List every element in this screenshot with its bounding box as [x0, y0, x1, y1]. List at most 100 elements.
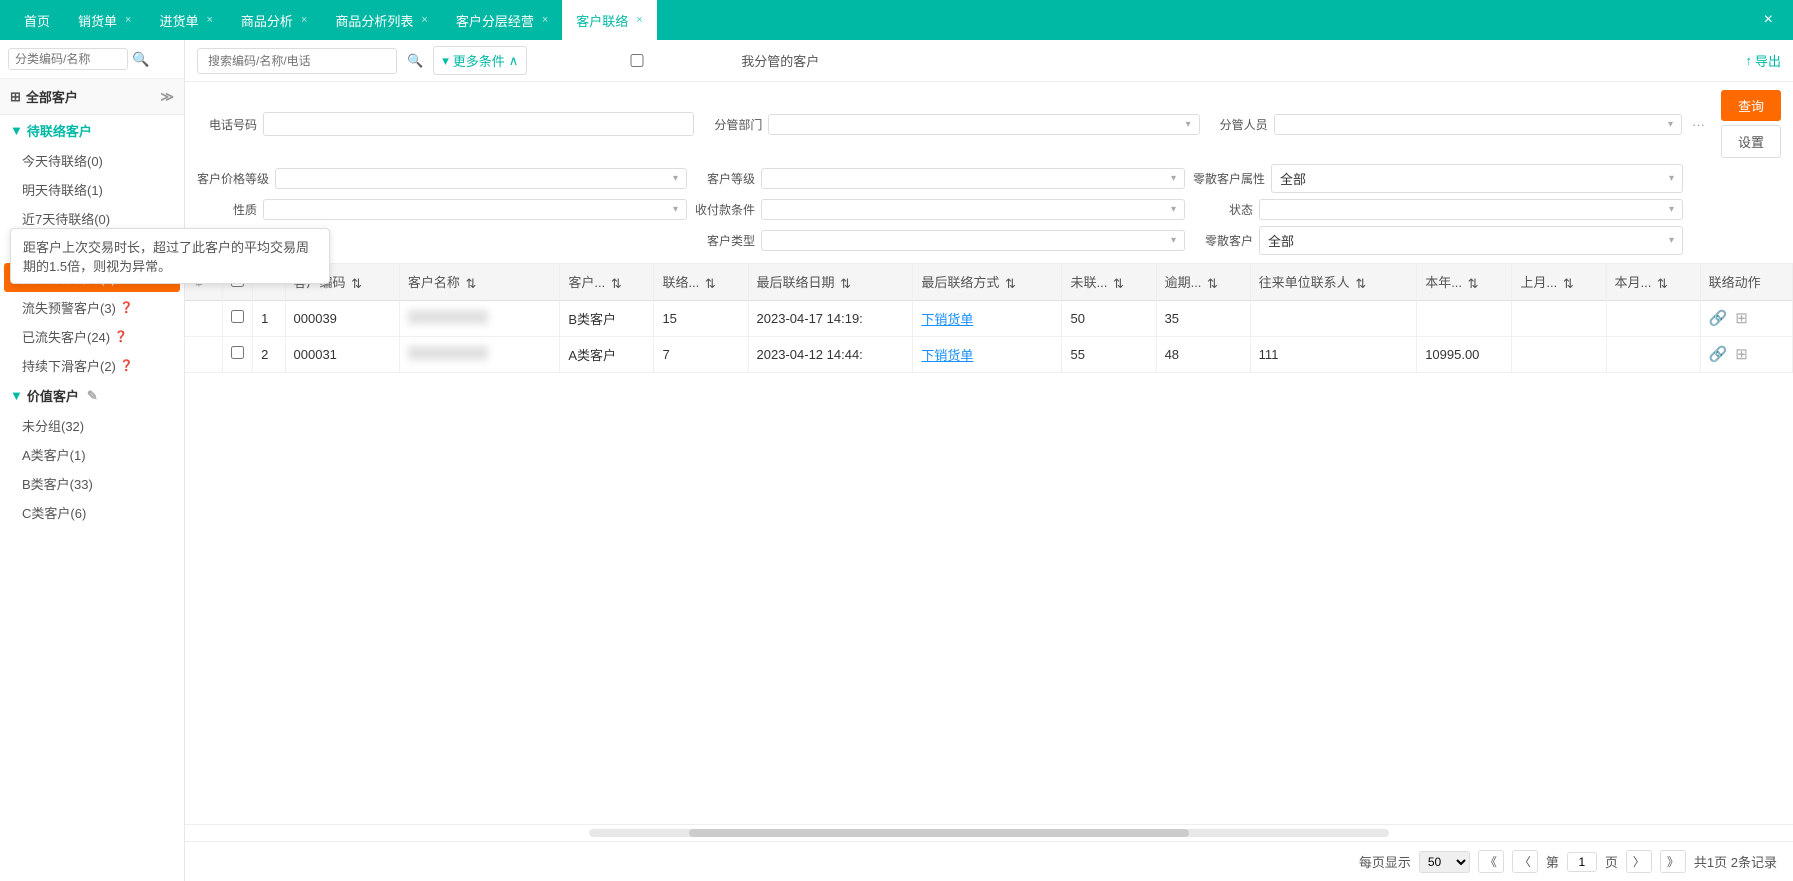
close-icon[interactable]: × [542, 14, 548, 26]
dept-select[interactable]: ▾ [768, 114, 1199, 135]
more-icon[interactable]: ··· [1692, 117, 1705, 132]
sidebar-item-a-class[interactable]: A类客户(1) [0, 440, 184, 469]
col-type[interactable]: 客户... ⇅ [560, 264, 654, 300]
row-checkbox[interactable] [231, 310, 244, 323]
price-level-select[interactable]: ▾ [275, 168, 687, 189]
row-checkbox[interactable] [231, 346, 244, 359]
sidebar-item-b-class[interactable]: B类客户(33) [0, 469, 184, 498]
sort-icon[interactable]: ⇅ [351, 276, 362, 292]
per-page-select[interactable]: 50 100 [1419, 851, 1470, 873]
sidebar-item-declining[interactable]: 持续下滑客户(2) ❓ [0, 351, 184, 380]
filter-dept: 分管部门 ▾ [702, 114, 1199, 135]
row-last-contact-way[interactable]: 下销货单 [913, 336, 1062, 372]
nav-analysis-list[interactable]: 商品分析列表 × [321, 0, 441, 40]
col-name[interactable]: 客户名称 ⇅ [399, 264, 559, 300]
sort-icon[interactable]: ⇅ [840, 276, 851, 292]
prev-page-button[interactable]: 〈 [1512, 850, 1538, 873]
col-overdue[interactable]: 逾期... ⇅ [1156, 264, 1250, 300]
col-last-contact-date[interactable]: 最后联络日期 ⇅ [748, 264, 913, 300]
sidebar-item-today[interactable]: 今天待联络(0) [0, 146, 184, 175]
close-icon[interactable]: × [636, 14, 642, 26]
customer-level-select[interactable]: ▾ [761, 168, 1185, 189]
page-input[interactable] [1567, 852, 1597, 872]
info-icon[interactable]: ❓ [114, 330, 128, 343]
col-this-month[interactable]: 本月... ⇅ [1606, 264, 1700, 300]
nav-purchase[interactable]: 进货单 × [145, 0, 226, 40]
col-uncontact[interactable]: 未联... ⇅ [1062, 264, 1156, 300]
sort-icon[interactable]: ⇅ [1468, 276, 1479, 292]
qr-icon[interactable]: ⊞ [1735, 345, 1748, 363]
contact-icon[interactable]: 🔗 [1709, 309, 1728, 327]
contact-way-link[interactable]: 下销货单 [921, 312, 973, 327]
horizontal-scrollbar[interactable] [185, 824, 1793, 841]
col-company-contact[interactable]: 往来单位联系人 ⇅ [1250, 264, 1417, 300]
col-contact-count[interactable]: 联络... ⇅ [654, 264, 748, 300]
sidebar-group-pending[interactable]: ▼ 待联络客户 [0, 115, 184, 146]
more-conditions-button[interactable]: ▾ 更多条件 ∧ [433, 46, 527, 75]
sidebar-all-customers[interactable]: ⊞ 全部客户 ≫ [0, 79, 184, 115]
sidebar-item-loss-warning[interactable]: 流失预警客户(3) ❓ [0, 293, 184, 322]
sort-icon[interactable]: ⇅ [1113, 276, 1124, 292]
sidebar-item-tomorrow[interactable]: 明天待联络(1) [0, 175, 184, 204]
scroll-thumb[interactable] [689, 829, 1189, 837]
nav-customer-contact[interactable]: 客户联络 × [562, 0, 656, 40]
info-icon[interactable]: ❓ [120, 359, 134, 372]
nav-analysis[interactable]: 商品分析 × [227, 0, 321, 40]
sidebar-search-input[interactable] [8, 48, 128, 70]
sidebar-item-lost[interactable]: 已流失客户(24) ❓ [0, 322, 184, 351]
info-icon[interactable]: ❓ [120, 301, 134, 314]
col-last-month[interactable]: 上月... ⇅ [1512, 264, 1606, 300]
search-icon[interactable]: 🔍 [132, 51, 149, 68]
collapse-icon[interactable]: ≫ [160, 89, 174, 105]
my-customers-check[interactable] [537, 54, 737, 67]
sort-icon[interactable]: ⇅ [1207, 276, 1218, 292]
payment-select[interactable]: ▾ [761, 199, 1185, 220]
payment-label: 收付款条件 [695, 201, 755, 218]
sort-icon[interactable]: ⇅ [1657, 276, 1668, 292]
contact-icon[interactable]: 🔗 [1709, 345, 1728, 363]
close-icon[interactable]: × [125, 14, 131, 26]
manager-select[interactable]: ▾ [1274, 114, 1682, 135]
nav-home[interactable]: 首页 [10, 0, 64, 40]
query-button[interactable]: 查询 [1721, 90, 1781, 121]
settings-button[interactable]: 设置 [1721, 125, 1781, 158]
sort-icon[interactable]: ⇅ [1355, 276, 1366, 292]
close-icon[interactable]: × [301, 14, 307, 26]
next-page-button[interactable]: 〉 [1626, 850, 1652, 873]
first-page-button[interactable]: 《 [1478, 850, 1504, 873]
window-close-button[interactable]: × [1754, 11, 1783, 29]
row-last-contact-way[interactable]: 下销货单 [913, 300, 1062, 336]
col-this-year[interactable]: 本年... ⇅ [1417, 264, 1512, 300]
sidebar-item-c-class[interactable]: C类客户(6) [0, 498, 184, 527]
customer-type-select[interactable]: ▾ [761, 230, 1185, 251]
close-icon[interactable]: × [206, 14, 212, 26]
search-icon[interactable]: 🔍 [407, 53, 423, 69]
qr-icon[interactable]: ⊞ [1735, 309, 1748, 327]
phone-input[interactable] [263, 112, 694, 136]
sort-icon[interactable]: ⇅ [705, 276, 716, 292]
sidebar-group-value[interactable]: ▼ 价值客户 ✎ [0, 380, 184, 411]
row-checkbox-cell[interactable] [223, 300, 253, 336]
export-button[interactable]: ↑ 导出 [1745, 51, 1781, 70]
sidebar-item-ungrouped[interactable]: 未分组(32) [0, 411, 184, 440]
filter-phone: 电话号码 [197, 112, 694, 136]
status-select[interactable]: ▾ [1259, 199, 1683, 220]
sort-icon[interactable]: ⇅ [1563, 276, 1574, 292]
nav-sales[interactable]: 销货单 × [64, 0, 145, 40]
col-last-contact-way[interactable]: 最后联络方式 ⇅ [913, 264, 1062, 300]
sort-icon[interactable]: ⇅ [611, 276, 622, 292]
last-page-button[interactable]: 》 [1660, 850, 1686, 873]
scroll-track[interactable] [589, 829, 1389, 837]
nature-select[interactable]: ▾ [263, 199, 687, 220]
search-input[interactable] [197, 48, 397, 74]
sort-icon[interactable]: ⇅ [1005, 276, 1016, 292]
edit-icon[interactable]: ✎ [87, 388, 98, 404]
nav-customer-tier[interactable]: 客户分层经营 × [442, 0, 562, 40]
scatter-customer-select[interactable]: 全部 ▾ [1259, 226, 1683, 255]
row-checkbox-cell[interactable] [223, 336, 253, 372]
scatter-attr-select[interactable]: 全部 ▾ [1271, 164, 1683, 193]
close-icon[interactable]: × [421, 14, 427, 26]
contact-way-link[interactable]: 下销货单 [921, 348, 973, 363]
sort-icon[interactable]: ⇅ [466, 276, 477, 292]
my-customers-checkbox[interactable]: 我分管的客户 [537, 51, 819, 70]
